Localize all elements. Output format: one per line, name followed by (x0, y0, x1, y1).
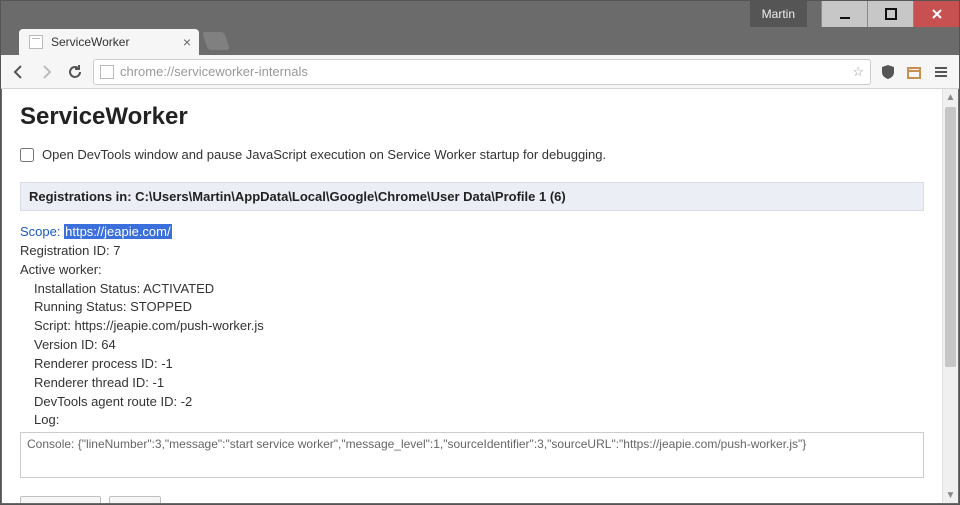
start-button[interactable]: Start (109, 496, 160, 503)
renderer-tid-row: Renderer thread ID: -1 (20, 374, 924, 393)
scroll-up-icon[interactable]: ▲ (943, 89, 958, 105)
browser-window: Martin ServiceWorker × chr (0, 0, 960, 505)
renderer-tid-value: -1 (153, 375, 165, 390)
registrations-header: Registrations in: C:\Users\Martin\AppDat… (20, 182, 924, 211)
active-worker-label: Active worker: (20, 261, 924, 280)
debug-checkbox-label: Open DevTools window and pause JavaScrip… (42, 147, 606, 162)
page-favicon-icon (29, 35, 43, 49)
version-id-value: 64 (101, 337, 115, 352)
renderer-pid-label: Renderer process ID: (34, 356, 158, 371)
minimize-icon (839, 8, 851, 20)
scope-value[interactable]: https://jeapie.com/ (64, 224, 172, 239)
toolbar: chrome://serviceworker-internals ☆ (1, 55, 959, 89)
script-label: Script: (34, 318, 71, 333)
page-file-icon (100, 65, 114, 79)
registration-id-label: Registration ID: (20, 243, 110, 258)
version-id-label: Version ID: (34, 337, 98, 352)
extension-ublock-icon[interactable] (879, 63, 897, 81)
log-label: Log: (20, 411, 924, 430)
address-bar[interactable]: chrome://serviceworker-internals ☆ (93, 59, 871, 85)
page-content: ServiceWorker Open DevTools window and p… (2, 89, 942, 503)
bookmark-star-button[interactable]: ☆ (852, 64, 864, 80)
url-text: chrome://serviceworker-internals (120, 64, 308, 79)
profile-button[interactable]: Martin (750, 1, 807, 27)
new-tab-button[interactable] (202, 32, 230, 50)
registration-id-row: Registration ID: 7 (20, 242, 924, 261)
maximize-button[interactable] (867, 1, 913, 27)
script-row: Script: https://jeapie.com/push-worker.j… (20, 317, 924, 336)
devtools-route-label: DevTools agent route ID: (34, 394, 177, 409)
tab-title: ServiceWorker (51, 35, 129, 49)
running-status-row: Running Status: STOPPED (20, 298, 924, 317)
page-title: ServiceWorker (20, 103, 924, 131)
debug-checkbox-row[interactable]: Open DevTools window and pause JavaScrip… (20, 147, 924, 162)
box-icon (906, 64, 922, 80)
extension-icon[interactable] (905, 63, 923, 81)
running-status-value: STOPPED (130, 299, 192, 314)
shield-icon (880, 64, 896, 80)
install-status-label: Installation Status: (34, 281, 140, 296)
hamburger-icon (933, 64, 949, 80)
forward-button[interactable] (37, 62, 57, 82)
registration-block: Scope: https://jeapie.com/ Registration … (20, 223, 924, 503)
minimize-button[interactable] (821, 1, 867, 27)
window-titlebar: Martin (1, 1, 959, 27)
tab-close-button[interactable]: × (183, 35, 191, 49)
renderer-pid-row: Renderer process ID: -1 (20, 355, 924, 374)
scroll-thumb[interactable] (945, 107, 956, 367)
reload-button[interactable] (65, 62, 85, 82)
devtools-route-value: -2 (181, 394, 193, 409)
registration-id-value: 7 (113, 243, 120, 258)
scope-label: Scope: (20, 224, 60, 239)
renderer-pid-value: -1 (161, 356, 173, 371)
vertical-scrollbar[interactable]: ▲ ▼ (942, 89, 958, 503)
content-area: ServiceWorker Open DevTools window and p… (2, 89, 958, 503)
button-row: Unregister Start (20, 496, 924, 503)
maximize-icon (885, 8, 897, 20)
devtools-route-row: DevTools agent route ID: -2 (20, 393, 924, 412)
back-arrow-icon (10, 63, 28, 81)
running-status-label: Running Status: (34, 299, 127, 314)
unregister-button[interactable]: Unregister (20, 496, 101, 503)
back-button[interactable] (9, 62, 29, 82)
menu-button[interactable] (931, 62, 951, 82)
scope-row: Scope: https://jeapie.com/ (20, 223, 924, 242)
log-textarea[interactable] (20, 432, 924, 478)
tab-serviceworker[interactable]: ServiceWorker × (19, 29, 199, 55)
tab-strip: ServiceWorker × (1, 27, 959, 55)
version-id-row: Version ID: 64 (20, 336, 924, 355)
debug-checkbox[interactable] (20, 148, 34, 162)
install-status-value: ACTIVATED (143, 281, 214, 296)
close-button[interactable] (913, 1, 959, 27)
renderer-tid-label: Renderer thread ID: (34, 375, 149, 390)
script-value: https://jeapie.com/push-worker.js (74, 318, 263, 333)
install-status-row: Installation Status: ACTIVATED (20, 280, 924, 299)
reload-icon (67, 64, 83, 80)
forward-arrow-icon (38, 63, 56, 81)
close-icon (931, 8, 943, 20)
scroll-down-icon[interactable]: ▼ (943, 487, 958, 503)
